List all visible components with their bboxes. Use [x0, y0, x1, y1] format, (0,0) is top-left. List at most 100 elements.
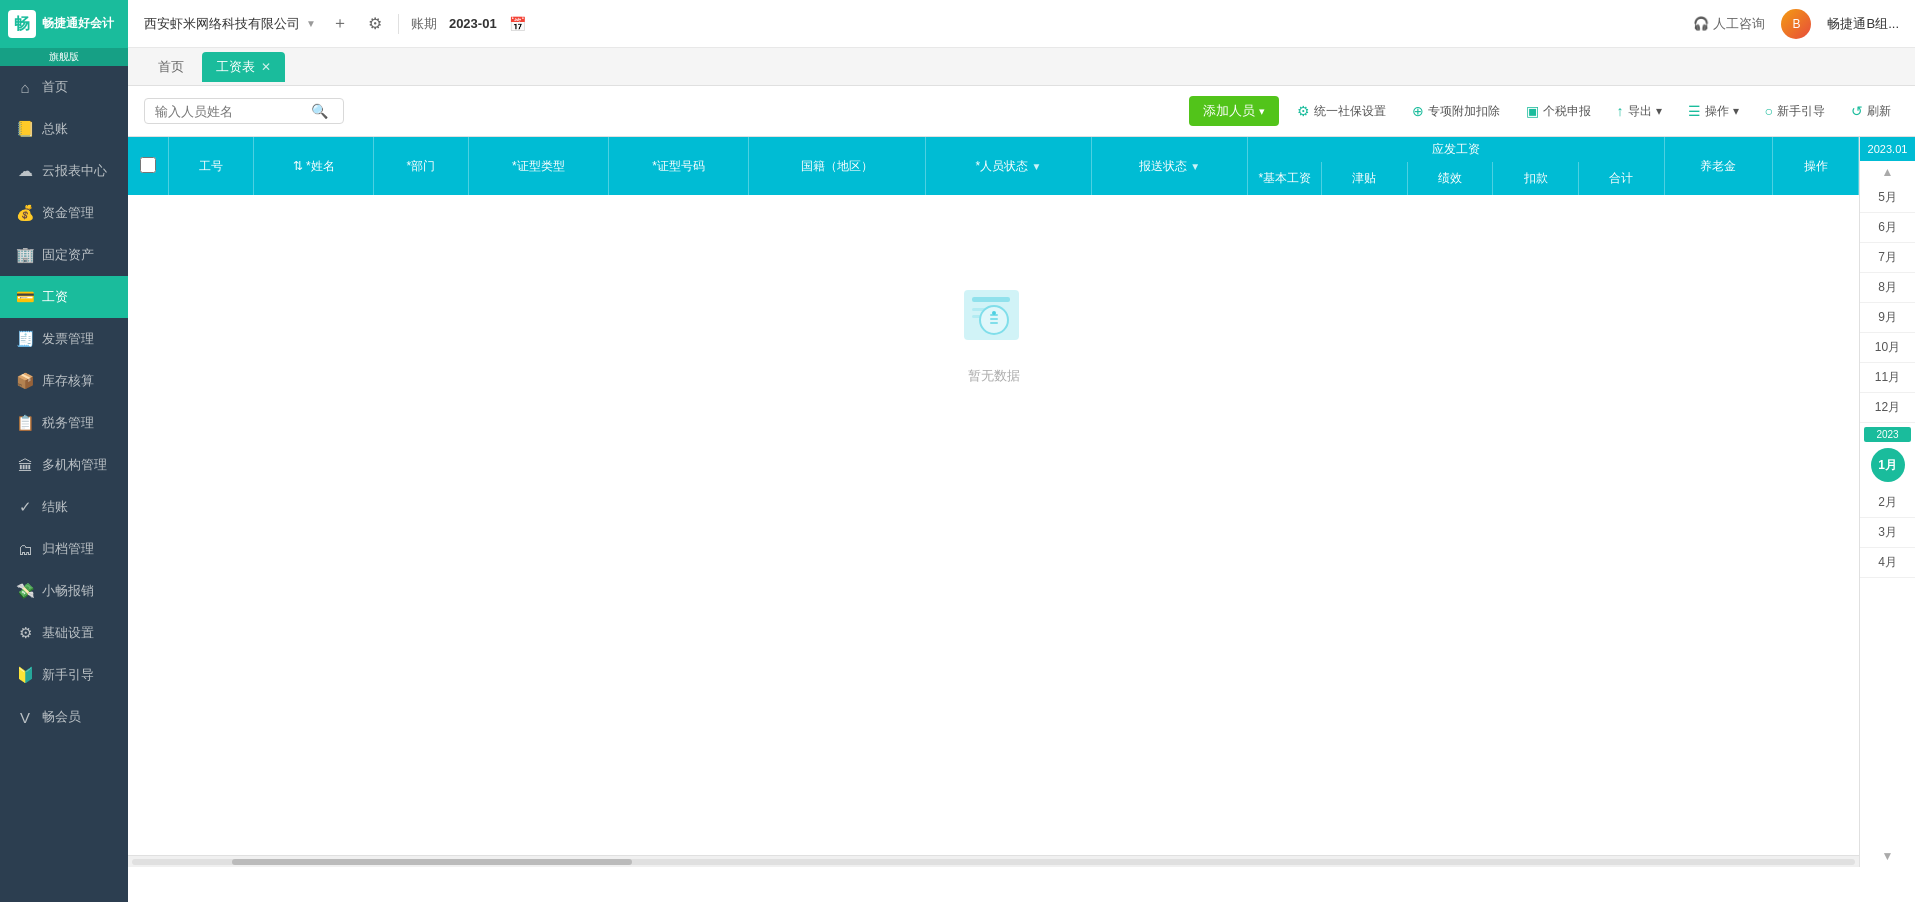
- sidebar-item-inventory-label: 库存核算: [42, 372, 94, 390]
- month-item-7[interactable]: 7月: [1860, 243, 1915, 273]
- person-status-filter-icon[interactable]: ▼: [1032, 161, 1042, 172]
- sidebar-item-archive[interactable]: 🗂 归档管理: [0, 528, 128, 570]
- tab-salary-label: 工资表: [216, 58, 255, 76]
- multi-org-icon: 🏛: [16, 457, 34, 474]
- sidebar-item-salary-label: 工资: [42, 288, 68, 306]
- month-item-8[interactable]: 8月: [1860, 273, 1915, 303]
- new-guide-icon: ○: [1765, 103, 1773, 119]
- fund-icon: 💰: [16, 204, 34, 222]
- sidebar-item-home[interactable]: ⌂ 首页: [0, 66, 128, 108]
- company-selector[interactable]: 西安虾米网络科技有限公司 ▼: [144, 15, 316, 33]
- scrollbar-track[interactable]: [132, 859, 1855, 865]
- company-dropdown-icon: ▼: [306, 18, 316, 29]
- sidebar-item-cloud-report[interactable]: ☁ 云报表中心: [0, 150, 128, 192]
- special-deduction-button[interactable]: ⊕ 专项附加扣除: [1404, 99, 1508, 124]
- month-panel: 2023.01 ▲ 5月 6月 7月 8月 9月 10月 11月 12月 202…: [1859, 137, 1915, 867]
- svg-rect-7: [990, 322, 998, 324]
- export-button[interactable]: ↑ 导出 ▾: [1609, 99, 1670, 124]
- sidebar-item-inventory[interactable]: 📦 库存核算: [0, 360, 128, 402]
- month-item-11[interactable]: 11月: [1860, 363, 1915, 393]
- sidebar-item-member-label: 畅会员: [42, 708, 81, 726]
- sidebar-item-fund[interactable]: 💰 资金管理: [0, 192, 128, 234]
- sidebar-item-assets[interactable]: 🏢 固定资产: [0, 234, 128, 276]
- topbar: 西安虾米网络科技有限公司 ▼ ＋ ⚙ 账期 2023-01 📅 🎧 人工咨询 B…: [128, 0, 1915, 48]
- select-all-checkbox[interactable]: [140, 157, 156, 173]
- assets-icon: 🏢: [16, 246, 34, 264]
- operations-button[interactable]: ☰ 操作 ▾: [1680, 99, 1747, 124]
- calendar-icon[interactable]: 📅: [509, 16, 526, 32]
- month-item-5[interactable]: 5月: [1860, 183, 1915, 213]
- sidebar: 畅 畅捷通好会计 旗舰版 ⌂ 首页 📒 总账 ☁ 云报表中心 💰 资金管理 🏢 …: [0, 0, 128, 902]
- month-item-10[interactable]: 10月: [1860, 333, 1915, 363]
- sidebar-item-ledger[interactable]: 📒 总账: [0, 108, 128, 150]
- support-icon: 🎧: [1693, 16, 1709, 31]
- sidebar-item-member[interactable]: V 畅会员: [0, 696, 128, 738]
- sidebar-item-multi-org[interactable]: 🏛 多机构管理: [0, 444, 128, 486]
- th-nationality: 国籍（地区）: [749, 137, 926, 195]
- toolbar: 🔍 添加人员 ▾ ⚙ 统一社保设置 ⊕ 专项附加扣除 ▣ 个税申报: [128, 86, 1915, 137]
- month-item-1[interactable]: 1月: [1871, 448, 1905, 482]
- tab-salary[interactable]: 工资表 ✕: [202, 52, 285, 82]
- social-security-button[interactable]: ⚙ 统一社保设置: [1289, 99, 1394, 124]
- tax-report-icon: ▣: [1526, 103, 1539, 119]
- table-section: 工号 ⇅ *姓名 *部门 *证型类型 *证型号码 国籍（地区） *人员状态 ▼: [128, 137, 1859, 867]
- member-icon: V: [16, 709, 34, 726]
- toolbar-right: 添加人员 ▾ ⚙ 统一社保设置 ⊕ 专项附加扣除 ▣ 个税申报 ↑ 导出: [1189, 96, 1899, 126]
- scrollbar-thumb[interactable]: [232, 859, 632, 865]
- search-box[interactable]: 🔍: [144, 98, 344, 124]
- refresh-label: 刷新: [1867, 103, 1891, 120]
- sidebar-item-settlement-label: 结账: [42, 498, 68, 516]
- new-guide-label: 新手引导: [1777, 103, 1825, 120]
- scrollbar-area[interactable]: [128, 855, 1859, 867]
- sidebar-item-invoice[interactable]: 🧾 发票管理: [0, 318, 128, 360]
- salary-table: 工号 ⇅ *姓名 *部门 *证型类型 *证型号码 国籍（地区） *人员状态 ▼: [128, 137, 1859, 195]
- operations-icon: ☰: [1688, 103, 1701, 119]
- month-item-4[interactable]: 4月: [1860, 548, 1915, 578]
- logo-icon: 畅: [8, 10, 36, 38]
- scroll-down-button[interactable]: ▼: [1860, 845, 1915, 867]
- refresh-button[interactable]: ↺ 刷新: [1843, 99, 1899, 124]
- tab-close-icon[interactable]: ✕: [261, 60, 271, 74]
- report-status-filter-icon[interactable]: ▼: [1190, 161, 1200, 172]
- month-item-2[interactable]: 2月: [1860, 488, 1915, 518]
- month-item-9[interactable]: 9月: [1860, 303, 1915, 333]
- cloud-icon: ☁: [16, 162, 34, 180]
- month-item-12[interactable]: 12月: [1860, 393, 1915, 423]
- th-performance: 绩效: [1407, 162, 1493, 195]
- month-list: 5月 6月 7月 8月 9月 10月 11月 12月 2023 1月 2月 3月…: [1860, 183, 1915, 845]
- empty-text: 暂无数据: [968, 367, 1020, 385]
- table-wrapper[interactable]: 工号 ⇅ *姓名 *部门 *证型类型 *证型号码 国籍（地区） *人员状态 ▼: [128, 137, 1859, 855]
- add-person-button[interactable]: 添加人员 ▾: [1189, 96, 1279, 126]
- sidebar-item-tax[interactable]: 📋 税务管理: [0, 402, 128, 444]
- ledger-icon: 📒: [16, 120, 34, 138]
- tax-report-button[interactable]: ▣ 个税申报: [1518, 99, 1599, 124]
- sidebar-item-expense[interactable]: 💸 小畅报销: [0, 570, 128, 612]
- month-item-3[interactable]: 3月: [1860, 518, 1915, 548]
- month-item-6[interactable]: 6月: [1860, 213, 1915, 243]
- add-company-button[interactable]: ＋: [328, 9, 352, 38]
- new-guide-button[interactable]: ○ 新手引导: [1757, 99, 1833, 124]
- sidebar-item-salary[interactable]: 💳 工资: [0, 276, 128, 318]
- user-name[interactable]: 畅捷通B组...: [1827, 15, 1899, 33]
- support-button[interactable]: 🎧 人工咨询: [1693, 15, 1765, 33]
- sidebar-item-settlement[interactable]: ✓ 结账: [0, 486, 128, 528]
- sidebar-item-guide[interactable]: 🔰 新手引导: [0, 654, 128, 696]
- sidebar-item-settings[interactable]: ⚙ 基础设置: [0, 612, 128, 654]
- sidebar-item-settings-label: 基础设置: [42, 624, 94, 642]
- archive-icon: 🗂: [16, 541, 34, 558]
- scroll-up-button[interactable]: ▲: [1860, 161, 1915, 183]
- edition-badge: 旗舰版: [0, 48, 128, 66]
- settings-gear-icon[interactable]: ⚙: [364, 10, 386, 37]
- empty-state: 暂无数据: [128, 195, 1859, 465]
- sidebar-item-assets-label: 固定资产: [42, 246, 94, 264]
- search-input[interactable]: [155, 104, 305, 119]
- right-section: 工号 ⇅ *姓名 *部门 *证型类型 *证型号码 国籍（地区） *人员状态 ▼: [128, 137, 1915, 867]
- th-name: ⇅ *姓名: [254, 137, 374, 195]
- period-value: 2023-01: [449, 16, 497, 31]
- th-pension: 养老金: [1664, 137, 1773, 195]
- special-deduction-label: 专项附加扣除: [1428, 103, 1500, 120]
- operations-label: 操作: [1705, 103, 1729, 120]
- tab-home-label: 首页: [158, 58, 184, 76]
- tab-home[interactable]: 首页: [144, 52, 198, 82]
- th-id-type: *证型类型: [468, 137, 608, 195]
